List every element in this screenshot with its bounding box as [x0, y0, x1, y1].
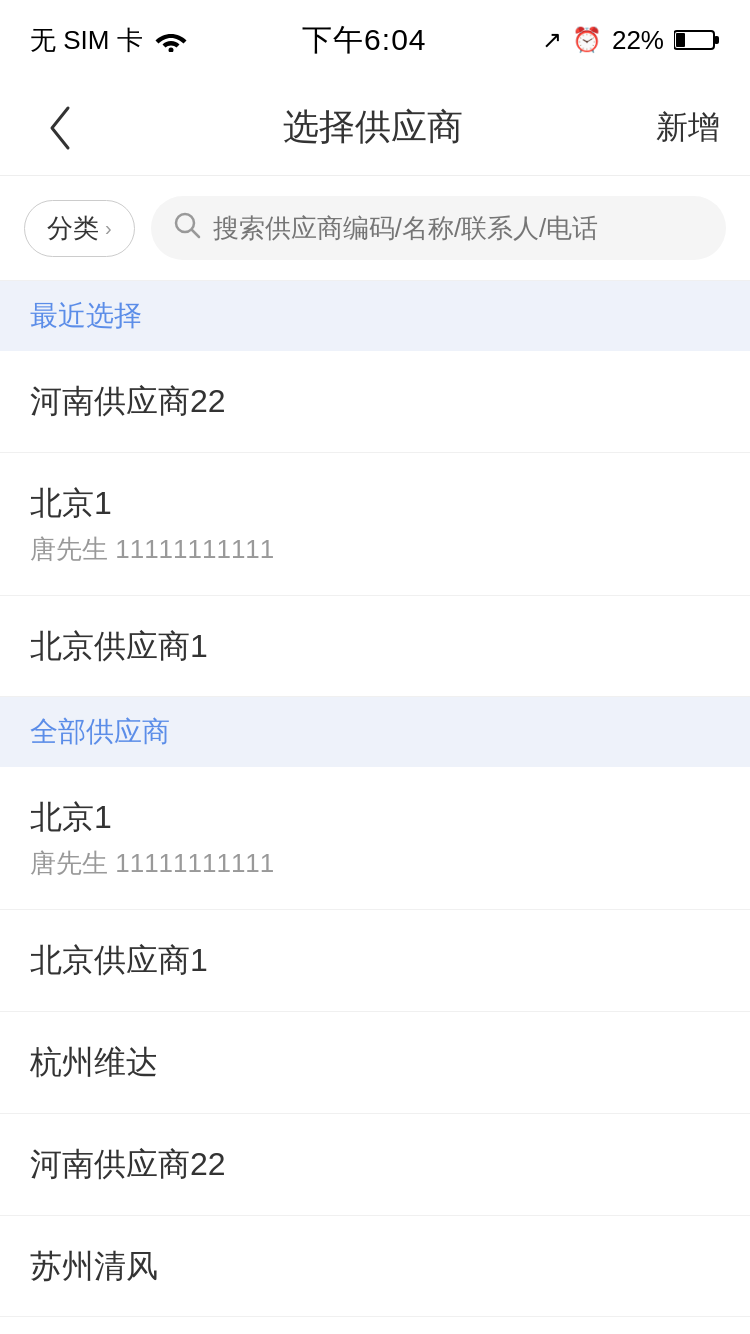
svg-rect-3 — [676, 33, 685, 47]
search-icon — [173, 211, 201, 246]
recent-section-header: 最近选择 — [0, 281, 750, 351]
back-button[interactable] — [30, 98, 90, 158]
carrier-label: 无 SIM 卡 — [30, 23, 143, 58]
recent-section-title: 最近选择 — [30, 300, 142, 331]
page-title: 选择供应商 — [283, 103, 463, 152]
chevron-right-icon: › — [105, 217, 112, 240]
svg-rect-2 — [714, 36, 719, 44]
item-name: 杭州维达 — [30, 1040, 720, 1085]
svg-line-5 — [192, 230, 199, 237]
battery-icon — [674, 28, 720, 52]
status-right: ↗ ⏰ 22% — [542, 25, 720, 56]
add-button[interactable]: 新增 — [656, 106, 720, 150]
status-bar: 无 SIM 卡 下午6:04 ↗ ⏰ 22% — [0, 0, 750, 80]
all-section-title: 全部供应商 — [30, 716, 170, 747]
item-name: 北京供应商1 — [30, 938, 720, 983]
all-section-header: 全部供应商 — [0, 697, 750, 767]
list-item[interactable]: 北京供应商1 — [0, 596, 750, 698]
category-button[interactable]: 分类 › — [24, 200, 135, 257]
item-name: 苏州清风 — [30, 1244, 720, 1289]
list-item[interactable]: 北京1 唐先生 11111111111 — [0, 767, 750, 910]
list-item[interactable]: 河南供应商22 — [0, 351, 750, 453]
battery-label: 22% — [612, 25, 664, 56]
nav-bar: 选择供应商 新增 — [0, 80, 750, 176]
item-name: 河南供应商22 — [30, 1142, 720, 1187]
item-name: 北京供应商1 — [30, 624, 720, 669]
location-icon: ↗ — [542, 26, 562, 54]
all-list: 北京1 唐先生 11111111111 北京供应商1 杭州维达河南供应商22 苏州清风 — [0, 767, 750, 1317]
item-sub: 唐先生 11111111111 — [30, 532, 720, 567]
search-input[interactable] — [213, 213, 704, 244]
item-name: 河南供应商22 — [30, 379, 720, 424]
item-name: 北京1 — [30, 481, 720, 526]
list-item[interactable]: 杭州维达 — [0, 1012, 750, 1114]
item-sub: 唐先生 11111111111 — [30, 846, 720, 881]
list-item[interactable]: 北京供应商1 — [0, 910, 750, 1012]
svg-point-0 — [168, 48, 173, 53]
category-label: 分类 — [47, 211, 99, 246]
wifi-icon — [155, 28, 187, 52]
status-left: 无 SIM 卡 — [30, 23, 187, 58]
list-item[interactable]: 苏州清风 — [0, 1216, 750, 1318]
alarm-icon: ⏰ — [572, 26, 602, 54]
search-box — [151, 196, 726, 260]
list-item[interactable]: 北京1 唐先生 11111111111 — [0, 453, 750, 596]
list-item[interactable]: 河南供应商22 — [0, 1114, 750, 1216]
item-name: 北京1 — [30, 795, 720, 840]
recent-list: 河南供应商22 北京1 唐先生 11111111111 北京供应商1 — [0, 351, 750, 697]
filter-bar: 分类 › — [0, 176, 750, 281]
status-time: 下午6:04 — [302, 20, 426, 61]
